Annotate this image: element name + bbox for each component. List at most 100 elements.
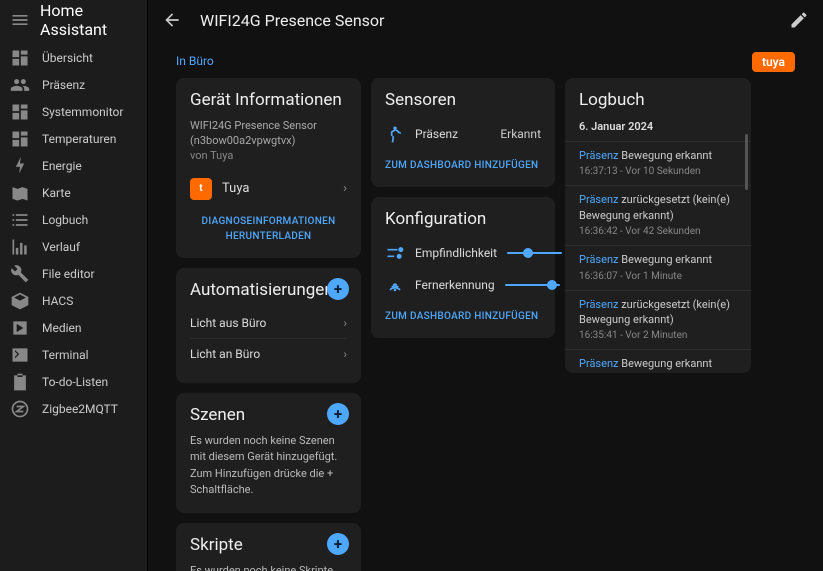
log-entity: Präsenz bbox=[579, 298, 618, 311]
sidebar-item-1[interactable]: Präsenz bbox=[0, 71, 147, 98]
sidebar-item-label: Medien bbox=[42, 321, 82, 335]
scenes-card: Szenen + Es wurden noch keine Szenen mit… bbox=[176, 393, 361, 513]
dashboard-icon bbox=[10, 129, 30, 149]
log-entity: Präsenz bbox=[579, 149, 618, 162]
download-diagnostics-button[interactable]: DIAGNOSEINFORMATIONEN HERUNTERLADEN bbox=[190, 214, 347, 244]
logbook-title: Logbuch bbox=[565, 90, 751, 116]
sidebar-item-3[interactable]: Temperaturen bbox=[0, 125, 147, 152]
chevron-right-icon: › bbox=[343, 347, 347, 361]
zigbee-icon bbox=[10, 399, 30, 419]
device-info-title: Gerät Informationen bbox=[190, 90, 347, 110]
sidebar: Home Assistant Übersicht Präsenz Systemmon… bbox=[0, 0, 148, 571]
add-to-dashboard-button[interactable]: ZUM DASHBOARD HINZUFÜGEN bbox=[385, 158, 541, 173]
logbook-entry[interactable]: Präsenz Bewegung erkannt16:35:26 - Vor 2… bbox=[565, 350, 751, 373]
sidebar-item-label: Logbuch bbox=[42, 213, 88, 227]
sidebar-item-label: Übersicht bbox=[42, 51, 93, 65]
log-entity: Präsenz bbox=[579, 253, 618, 266]
sidebar-item-11[interactable]: Terminal bbox=[0, 341, 147, 368]
log-message: Bewegung erkannt bbox=[621, 253, 712, 266]
integration-row[interactable]: t Tuya › bbox=[190, 172, 347, 206]
logbook-card: Logbuch 6. Januar 2024 Präsenz Bewegung … bbox=[565, 78, 751, 373]
scrollbar-thumb[interactable] bbox=[745, 134, 748, 190]
wrench-icon bbox=[10, 264, 30, 284]
log-time: 16:35:41 - Vor 2 Minuten bbox=[579, 330, 687, 341]
main: WIFI24G Presence Sensor tuya In Büro Ger… bbox=[148, 0, 823, 571]
log-time: 16:36:42 - Vor 42 Sekunden bbox=[579, 226, 701, 237]
brand-badge: tuya bbox=[752, 52, 795, 72]
logbook-scroll[interactable]: Präsenz Bewegung erkannt 16:37:13 - Vor 1… bbox=[565, 142, 751, 373]
sidebar-item-10[interactable]: Medien bbox=[0, 314, 147, 341]
automation-label: Licht an Büro bbox=[190, 347, 260, 361]
automation-label: Licht aus Büro bbox=[190, 316, 266, 330]
dashboard-icon bbox=[10, 48, 30, 68]
slider[interactable] bbox=[507, 247, 562, 259]
log-message: Bewegung erkannt bbox=[621, 357, 712, 370]
radar-icon bbox=[385, 275, 405, 295]
sidebar-item-2[interactable]: Systemmonitor bbox=[0, 98, 147, 125]
config-label: Fernerkennung bbox=[415, 278, 495, 292]
tuya-logo-icon: t bbox=[190, 178, 212, 200]
sidebar-item-9[interactable]: HACS bbox=[0, 287, 147, 314]
config-row: Fernerkennung bbox=[385, 269, 541, 301]
automation-row[interactable]: Licht aus Büro› bbox=[190, 308, 347, 338]
sensors-card: Sensoren Präsenz Erkannt ZUM DASHBOARD H… bbox=[371, 78, 555, 187]
back-icon[interactable] bbox=[162, 10, 182, 30]
menu-icon[interactable] bbox=[10, 10, 30, 30]
add-automation-button[interactable]: + bbox=[327, 278, 349, 300]
sidebar-item-5[interactable]: Karte bbox=[0, 179, 147, 206]
device-id: (n3bow00a2vpwgtvx) bbox=[190, 133, 347, 148]
logbook-entry[interactable]: Präsenz zurückgesetzt (kein(e) Bewegung … bbox=[565, 186, 751, 246]
breadcrumb[interactable]: In Büro bbox=[176, 54, 795, 68]
slider[interactable] bbox=[505, 279, 560, 291]
logbook-entry[interactable]: Präsenz Bewegung erkannt 16:36:07 - Vor 1… bbox=[565, 246, 751, 290]
scripts-card: Skripte + Es wurden noch keine Skripte m… bbox=[176, 523, 361, 571]
sidebar-item-0[interactable]: Übersicht bbox=[0, 44, 147, 71]
play-icon bbox=[10, 318, 30, 338]
people-icon bbox=[10, 75, 30, 95]
tune-icon bbox=[385, 243, 405, 263]
add-scene-button[interactable]: + bbox=[327, 403, 349, 425]
sidebar-item-7[interactable]: Verlauf bbox=[0, 233, 147, 260]
sidebar-item-label: Temperaturen bbox=[42, 132, 116, 146]
config-title: Konfiguration bbox=[385, 209, 541, 229]
sidebar-header: Home Assistant bbox=[0, 0, 147, 40]
sidebar-item-label: Energie bbox=[42, 159, 82, 173]
scripts-empty-text: Es wurden noch keine Skripte mit diesem … bbox=[190, 563, 347, 571]
sensor-label: Präsenz bbox=[415, 127, 458, 141]
sensors-title: Sensoren bbox=[385, 90, 541, 110]
sidebar-item-label: Zigbee2MQTT bbox=[42, 402, 118, 416]
log-time: 16:36:07 - Vor 1 Minute bbox=[579, 271, 682, 282]
log-time: 16:37:13 - Vor 10 Sekunden bbox=[579, 166, 701, 177]
add-script-button[interactable]: + bbox=[327, 533, 349, 555]
edit-icon[interactable] bbox=[789, 10, 809, 30]
device-by: von Tuya bbox=[190, 149, 347, 162]
sidebar-item-12[interactable]: To-do-Listen bbox=[0, 368, 147, 395]
automation-row[interactable]: Licht an Büro › bbox=[190, 338, 347, 369]
sidebar-item-label: Systemmonitor bbox=[42, 105, 123, 119]
logbook-entry[interactable]: Präsenz zurückgesetzt (kein(e) Bewegung … bbox=[565, 291, 751, 351]
logbook-entry[interactable]: Präsenz Bewegung erkannt 16:37:13 - Vor 1… bbox=[565, 142, 751, 186]
config-row: Empfindlichkeit bbox=[385, 237, 541, 269]
terminal-icon bbox=[10, 345, 30, 365]
list-icon bbox=[10, 210, 30, 230]
logbook-date: 6. Januar 2024 bbox=[565, 116, 751, 142]
sidebar-item-label: Karte bbox=[42, 186, 71, 200]
sidebar-item-label: Präsenz bbox=[42, 78, 85, 92]
device-info-card: Gerät Informationen WIFI24G Presence Sen… bbox=[176, 78, 361, 258]
chart-icon bbox=[10, 237, 30, 257]
topbar: WIFI24G Presence Sensor bbox=[148, 0, 823, 40]
sidebar-item-13[interactable]: Zigbee2MQTT bbox=[0, 395, 147, 422]
sidebar-item-6[interactable]: Logbuch bbox=[0, 206, 147, 233]
motion-icon bbox=[385, 124, 405, 144]
log-entity: Präsenz bbox=[579, 357, 618, 370]
bolt-icon bbox=[10, 156, 30, 176]
clipboard-icon bbox=[10, 372, 30, 392]
sensor-row[interactable]: Präsenz Erkannt bbox=[385, 118, 541, 150]
sidebar-item-4[interactable]: Energie bbox=[0, 152, 147, 179]
sidebar-item-8[interactable]: File editor bbox=[0, 260, 147, 287]
add-to-dashboard-button[interactable]: ZUM DASHBOARD HINZUFÜGEN bbox=[385, 309, 541, 324]
sidebar-item-label: HACS bbox=[42, 294, 73, 308]
scenes-title: Szenen bbox=[190, 405, 347, 425]
log-message: Bewegung erkannt bbox=[621, 149, 712, 162]
dashboard-icon bbox=[10, 102, 30, 122]
